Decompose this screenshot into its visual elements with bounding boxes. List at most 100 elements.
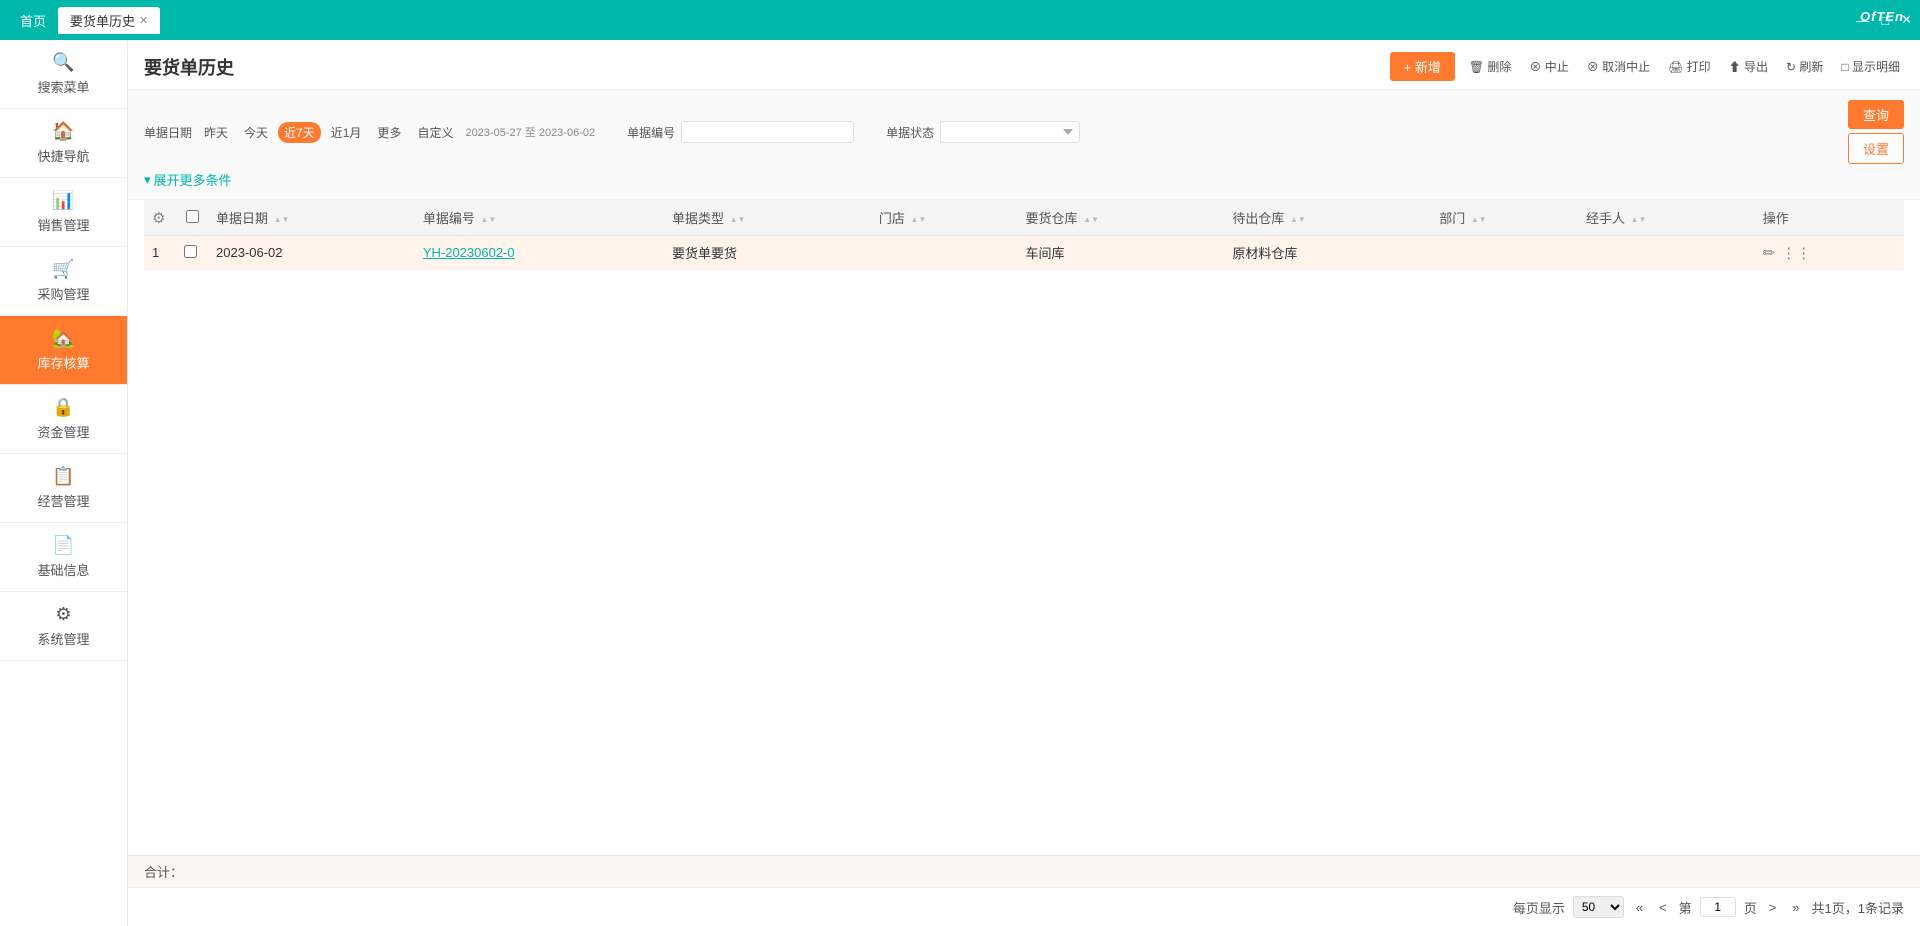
filter-row-1: 单据日期 昨天 今天 近7天 近1月 更多 自定义 2023-05-27 至 2… [144, 100, 1904, 164]
sidebar-item-operation-mgmt[interactable]: 📋 经营管理 [0, 454, 127, 523]
more-actions-icon[interactable]: ⋮⋮ [1781, 244, 1811, 262]
sidebar-item-basic-info[interactable]: 📄 基础信息 [0, 523, 127, 592]
sidebar-item-system-mgmt[interactable]: ⚙ 系统管理 [0, 592, 127, 661]
page-size-select[interactable]: 10 20 50 100 [1573, 896, 1624, 918]
date-filter-label: 单据日期 [144, 124, 192, 141]
th-date[interactable]: 单据日期 ▲▼ [208, 200, 415, 236]
sales-mgmt-icon: 📊 [52, 190, 74, 211]
action-icons-group: ✏ ⋮⋮ [1763, 244, 1896, 262]
column-settings-icon[interactable]: ⚙ [152, 210, 165, 227]
inventory-icon: 🏡 [52, 328, 74, 349]
last-page-btn[interactable]: » [1788, 898, 1803, 917]
orders-table: ⚙ 单据日期 ▲▼ 单据编号 ▲▼ [144, 200, 1904, 270]
first-page-btn[interactable]: « [1632, 898, 1647, 917]
date-btn-1month[interactable]: 近1月 [325, 122, 368, 143]
row-store [871, 236, 1018, 270]
table-row: 1 2023-06-02 YH-20230602-0 要货单要货 车间库 原材料… [144, 236, 1904, 270]
select-all-checkbox[interactable] [186, 210, 199, 223]
sort-req-wh-icon: ▲▼ [1083, 216, 1099, 224]
sort-pending-wh-icon: ▲▼ [1290, 216, 1306, 224]
th-settings: ⚙ [144, 200, 176, 236]
finance-mgmt-icon: 🔒 [52, 397, 74, 418]
current-page-input[interactable] [1700, 897, 1736, 917]
order-no-link[interactable]: YH-20230602-0 [423, 245, 515, 260]
sidebar-item-finance-mgmt[interactable]: 🔒 资金管理 [0, 385, 127, 454]
tab-order-history[interactable]: 要货单历史 ✕ [58, 7, 160, 34]
sort-type-icon: ▲▼ [730, 216, 746, 224]
sidebar-item-inventory[interactable]: 🏡 库存核算 [0, 316, 127, 385]
table-container: ⚙ 单据日期 ▲▼ 单据编号 ▲▼ [128, 200, 1920, 855]
total-info: 共1页，1条记录 [1812, 898, 1904, 917]
filter-group-date: 单据日期 昨天 今天 近7天 近1月 更多 自定义 2023-05-27 至 2… [144, 122, 595, 143]
sort-date-icon: ▲▼ [274, 216, 290, 224]
brand-logo: OfTEn [1860, 8, 1904, 24]
th-order-type[interactable]: 单据类型 ▲▼ [664, 200, 871, 236]
tab-home[interactable]: 首页 [8, 7, 58, 34]
sidebar-item-search-menu-label: 搜索菜单 [37, 77, 89, 96]
tab-home-label: 首页 [20, 11, 46, 30]
th-handler[interactable]: 经手人 ▲▼ [1578, 200, 1755, 236]
th-checkbox [176, 200, 208, 236]
status-label: 单据状态 [886, 124, 934, 141]
operation-mgmt-icon: 📋 [52, 466, 74, 487]
new-button[interactable]: + 新增 [1390, 52, 1455, 81]
th-store[interactable]: 门店 ▲▼ [871, 200, 1018, 236]
expand-more-button[interactable]: ▾ 展开更多条件 [144, 170, 1904, 189]
sidebar-item-search-menu[interactable]: 🔍 搜索菜单 [0, 40, 127, 109]
sidebar-item-purchase-mgmt[interactable]: 🛒 采购管理 [0, 247, 127, 316]
date-btn-more[interactable]: 更多 [371, 122, 407, 143]
table-body: 1 2023-06-02 YH-20230602-0 要货单要货 车间库 原材料… [144, 236, 1904, 270]
main-layout: 🔍 搜索菜单 🏠 快捷导航 📊 销售管理 🛒 采购管理 🏡 库存核算 🔒 资金管… [0, 40, 1920, 926]
expand-more-icon: ▾ [144, 172, 151, 188]
th-req-warehouse[interactable]: 要货仓库 ▲▼ [1018, 200, 1225, 236]
export-button[interactable]: ⬆ 导出 [1725, 56, 1772, 77]
delete-button[interactable]: 🗑 删除 [1465, 56, 1516, 77]
cancel-stop-button[interactable]: ⊗ 取消中止 [1583, 56, 1654, 77]
row-date: 2023-06-02 [208, 236, 415, 270]
settings-button[interactable]: 设置 [1848, 133, 1904, 164]
print-button[interactable]: 🖨 打印 [1664, 56, 1715, 77]
tab-order-history-label: 要货单历史 [70, 11, 135, 30]
date-btn-yesterday[interactable]: 昨天 [198, 122, 234, 143]
sidebar-item-purchase-mgmt-label: 采购管理 [37, 284, 89, 303]
query-button[interactable]: 查询 [1848, 100, 1904, 129]
page-title: 要货单历史 [144, 54, 234, 80]
th-order-no[interactable]: 单据编号 ▲▼ [415, 200, 664, 236]
refresh-button[interactable]: ↻ 刷新 [1782, 56, 1827, 77]
prev-page-btn[interactable]: < [1655, 898, 1671, 917]
sidebar-item-quick-nav-label: 快捷导航 [37, 146, 89, 165]
filter-group-order-no: 单据编号 [627, 121, 854, 143]
th-action: 操作 [1755, 200, 1904, 236]
sidebar-item-finance-mgmt-label: 资金管理 [37, 422, 89, 441]
status-select[interactable] [940, 121, 1080, 143]
display-detail-button[interactable]: □ 显示明细 [1837, 56, 1904, 77]
row-select-checkbox[interactable] [184, 245, 197, 258]
top-bar: 首页 要货单历史 ✕ OfTEn — □ ✕ [0, 0, 1920, 40]
next-page-btn[interactable]: > [1765, 898, 1781, 917]
date-btn-7days[interactable]: 近7天 [278, 122, 321, 143]
date-btn-custom[interactable]: 自定义 [411, 122, 459, 143]
sidebar: 🔍 搜索菜单 🏠 快捷导航 📊 销售管理 🛒 采购管理 🏡 库存核算 🔒 资金管… [0, 40, 128, 926]
close-tab-icon[interactable]: ✕ [139, 14, 148, 27]
edit-icon[interactable]: ✏ [1763, 244, 1776, 262]
filter-group-status: 单据状态 [886, 121, 1080, 143]
summary-label: 合计： [144, 865, 183, 880]
row-order-no: YH-20230602-0 [415, 236, 664, 270]
th-pending-warehouse[interactable]: 待出仓库 ▲▼ [1224, 200, 1431, 236]
sort-handler-icon: ▲▼ [1631, 216, 1647, 224]
pagination: 每页显示 10 20 50 100 « < 第 页 > » 共1页，1条记录 [128, 887, 1920, 926]
order-no-input[interactable] [681, 121, 854, 143]
system-mgmt-icon: ⚙ [55, 604, 71, 625]
sidebar-item-quick-nav[interactable]: 🏠 快捷导航 [0, 109, 127, 178]
date-btn-today[interactable]: 今天 [238, 122, 274, 143]
page-header: 要货单历史 + 新增 🗑 删除 ⊗ 中止 ⊗ 取消中止 🖨 打印 ⬆ 导出 ↻ … [128, 40, 1920, 90]
sidebar-item-sales-mgmt[interactable]: 📊 销售管理 [0, 178, 127, 247]
row-pending-warehouse: 原材料仓库 [1224, 236, 1431, 270]
stop-button[interactable]: ⊗ 中止 [1525, 56, 1572, 77]
purchase-mgmt-icon: 🛒 [52, 259, 74, 280]
row-checkbox [176, 236, 208, 270]
th-dept[interactable]: 部门 ▲▼ [1431, 200, 1578, 236]
footer-summary: 合计： [128, 855, 1920, 887]
basic-info-icon: 📄 [52, 535, 74, 556]
filter-actions: 查询 设置 [1848, 100, 1904, 164]
